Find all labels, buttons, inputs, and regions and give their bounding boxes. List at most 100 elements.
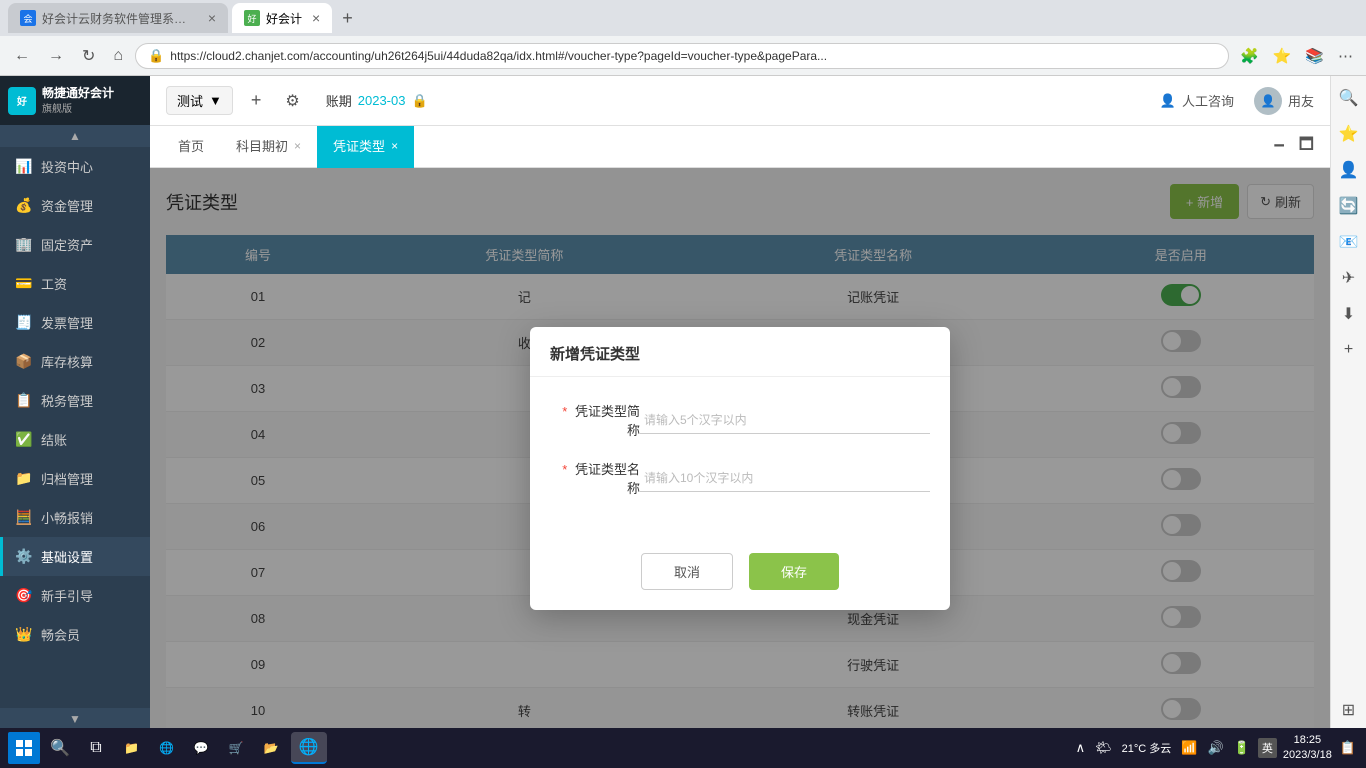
full-name-input[interactable]	[640, 464, 930, 492]
app-header: 测试 ▼ + ⚙ 账期 2023-03 🔒 👤 人工咨询 👤 用友	[150, 76, 1330, 126]
add-company-button[interactable]: +	[245, 86, 268, 115]
sidebar-item-zijin[interactable]: 💰 资金管理	[0, 186, 150, 225]
tab-kemu-close[interactable]: ×	[294, 139, 301, 153]
tab-voucher-type[interactable]: 凭证类型 ×	[317, 126, 414, 168]
sidebar-scroll-up[interactable]: ▲	[0, 125, 150, 147]
tray-wifi[interactable]: 📶	[1179, 738, 1199, 758]
tab-maximize-button[interactable]: 🗖	[1295, 131, 1318, 162]
consult-icon: 👤	[1160, 93, 1176, 109]
short-name-row: * 凭证类型简称	[550, 401, 930, 439]
back-button[interactable]: ←	[8, 43, 36, 69]
company-name: 测试	[177, 91, 203, 110]
store-icon: 🛒	[229, 741, 244, 755]
refresh-button[interactable]: ↻	[76, 42, 101, 70]
logo-sub: 旗舰版	[42, 100, 114, 115]
company-settings-button[interactable]: ⚙	[279, 87, 305, 115]
tab-nav: 首页 科目期初 × 凭证类型 × 🗕 🗖	[150, 126, 1330, 168]
home-button[interactable]: ⌂	[107, 43, 129, 69]
xinshou-label: 新手引导	[41, 586, 93, 605]
tray-volume[interactable]: 🔊	[1206, 738, 1226, 758]
sidebar-item-gongzi[interactable]: 💳 工资	[0, 264, 150, 303]
full-name-label: * 凭证类型名称	[550, 459, 640, 497]
taskbar-store[interactable]: 🛒	[221, 732, 252, 764]
right-search-icon[interactable]: 🔍	[1335, 84, 1363, 112]
address-bar[interactable]: 🔒 https://cloud2.chanjet.com/accounting/…	[135, 43, 1229, 69]
tab-close-2[interactable]: ×	[312, 10, 320, 26]
xinshou-icon: 🎯	[15, 587, 33, 604]
sidebar-item-kucun[interactable]: 📦 库存核算	[0, 342, 150, 381]
sidebar-item-xinshou[interactable]: 🎯 新手引导	[0, 576, 150, 615]
sidebar-item-fapiao[interactable]: 🧾 发票管理	[0, 303, 150, 342]
settings-icon[interactable]: ⋯	[1333, 43, 1358, 69]
tray-weather-text: 21°C 多云	[1120, 738, 1174, 758]
new-tab-button[interactable]: +	[336, 8, 359, 29]
user-menu[interactable]: 👤 用友	[1254, 87, 1314, 115]
gongzi-icon: 💳	[15, 275, 33, 292]
company-dropdown-icon: ▼	[209, 93, 222, 108]
company-selector[interactable]: 测试 ▼	[166, 86, 233, 115]
xiaopao-icon: 🧮	[15, 509, 33, 526]
page-body: 凭证类型 + 新增 ↻ 刷新 编号 凭证类型简称 凭证类型名称 是否启用	[150, 168, 1330, 768]
guding-label: 固定资产	[41, 235, 93, 254]
tray-weather[interactable]: 🌤	[1093, 738, 1114, 758]
taskbar-search[interactable]: 🔍	[44, 732, 76, 764]
sidebar-item-shuiwu[interactable]: 📋 税务管理	[0, 381, 150, 420]
taskbar-explorer[interactable]: 📁	[116, 732, 147, 764]
tray-chevron[interactable]: ∧	[1074, 738, 1088, 758]
tab-close-1[interactable]: ×	[208, 10, 216, 26]
tab-home-label: 首页	[178, 136, 204, 155]
fapiao-label: 发票管理	[41, 313, 93, 332]
tab-minimize-button[interactable]: 🗕	[1269, 131, 1288, 162]
huiyuan-icon: 👑	[15, 626, 33, 643]
collections-icon[interactable]: 📚	[1300, 43, 1329, 69]
consult-button[interactable]: 👤 人工咨询	[1152, 87, 1242, 114]
right-feishu-icon[interactable]: ✈	[1335, 264, 1363, 292]
user-label: 用友	[1288, 91, 1314, 110]
logo-icon: 好	[8, 87, 36, 115]
tray-battery: 🔋	[1232, 738, 1252, 758]
gongzi-label: 工资	[41, 274, 67, 293]
tab-label-1: 好会计云财务软件管理系统_会计	[42, 10, 198, 27]
extensions-icon[interactable]: 🧩	[1235, 43, 1264, 69]
browser-tab-2[interactable]: 好 好会计 ×	[232, 3, 332, 33]
sidebar: 好 畅捷通好会计 旗舰版 ▲ 📊 投资中心 💰 资金管理 🏢 固定资产 💳 工	[0, 76, 150, 768]
right-grid-icon[interactable]: ⊞	[1335, 696, 1363, 724]
sidebar-item-xiaopao[interactable]: 🧮 小畅报销	[0, 498, 150, 537]
right-user-icon[interactable]: 👤	[1335, 156, 1363, 184]
tab-favicon-1: 会	[20, 10, 36, 26]
taskbar-files[interactable]: 📂	[256, 732, 287, 764]
forward-button[interactable]: →	[42, 43, 70, 69]
jichushezhi-label: 基础设置	[41, 547, 93, 566]
jiezhang-label: 结账	[41, 430, 67, 449]
taskbar-chrome[interactable]: 🌐	[151, 732, 182, 764]
tray-language[interactable]: 英	[1258, 738, 1277, 758]
right-add-icon[interactable]: +	[1335, 336, 1363, 364]
start-button[interactable]	[8, 732, 40, 764]
favorites-icon[interactable]: ⭐	[1268, 43, 1297, 69]
tab-home[interactable]: 首页	[162, 126, 220, 168]
taskbar-wechat[interactable]: 💬	[186, 732, 217, 764]
tab-kemu-label: 科目期初	[236, 136, 288, 155]
taskbar-taskview[interactable]: ⧉	[80, 732, 112, 764]
sidebar-item-jiezhang[interactable]: ✅ 结账	[0, 420, 150, 459]
taskbar-edge[interactable]: 🌐	[291, 732, 327, 764]
browser-tab-1[interactable]: 会 好会计云财务软件管理系统_会计 ×	[8, 3, 228, 33]
sidebar-item-touzi[interactable]: 📊 投资中心	[0, 147, 150, 186]
sidebar-item-huiyuan[interactable]: 👑 畅会员	[0, 615, 150, 654]
cancel-button[interactable]: 取消	[641, 553, 733, 590]
taskbar-clock[interactable]: 18:25 2023/3/18	[1283, 733, 1332, 764]
tray-notification[interactable]: 📋	[1338, 738, 1358, 758]
sidebar-item-guding[interactable]: 🏢 固定资产	[0, 225, 150, 264]
short-name-input[interactable]	[640, 406, 930, 434]
tab-voucher-type-close[interactable]: ×	[391, 139, 398, 153]
sidebar-item-guidang[interactable]: 📁 归档管理	[0, 459, 150, 498]
right-sync-icon[interactable]: 🔄	[1335, 192, 1363, 220]
right-outlook-icon[interactable]: 📧	[1335, 228, 1363, 256]
sidebar-scroll-down[interactable]: ▼	[0, 708, 150, 730]
save-button[interactable]: 保存	[749, 553, 839, 590]
tab-label-2: 好会计	[266, 10, 302, 27]
right-download-icon[interactable]: ⬇	[1335, 300, 1363, 328]
tab-kemu[interactable]: 科目期初 ×	[220, 126, 317, 168]
right-star-icon[interactable]: ⭐	[1335, 120, 1363, 148]
sidebar-item-jichushezhi[interactable]: ⚙️ 基础设置	[0, 537, 150, 576]
